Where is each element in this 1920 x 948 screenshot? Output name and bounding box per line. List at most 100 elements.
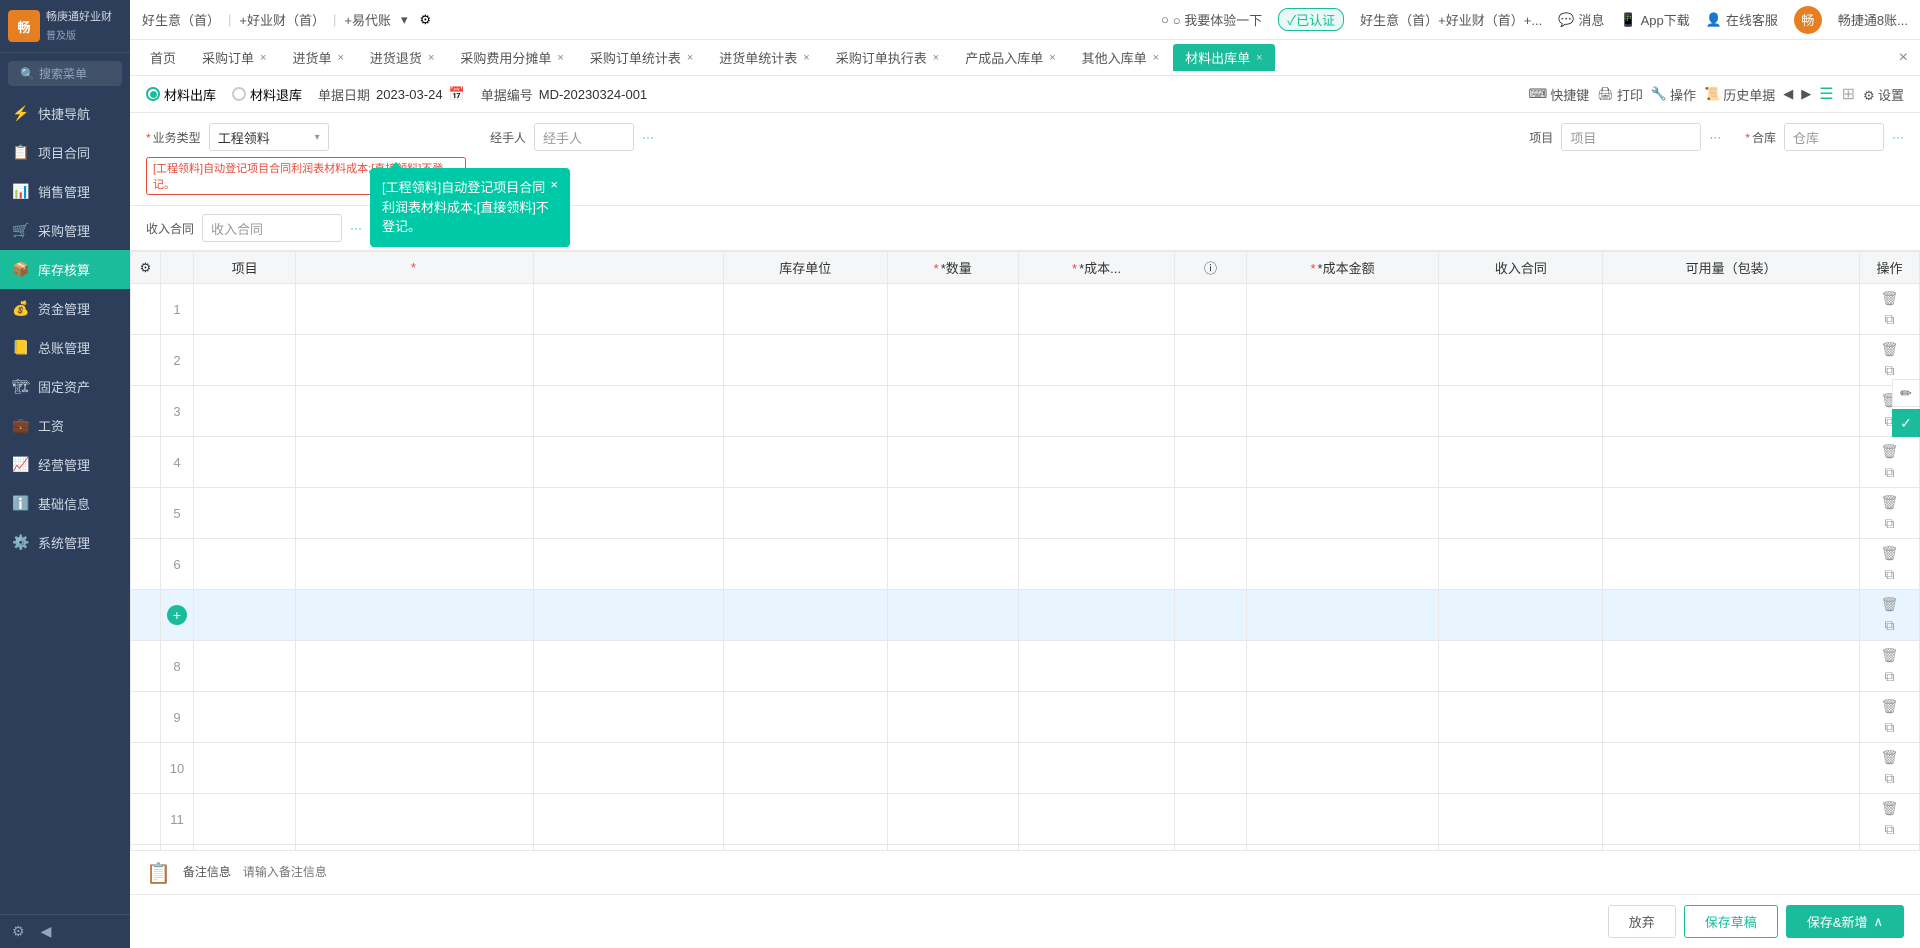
tab-close[interactable]: × [557, 52, 563, 64]
radio-outbound[interactable]: 材料出库 [146, 85, 216, 104]
delete-row-btn[interactable]: 🗑 [1877, 696, 1903, 717]
tab-inbound-stats[interactable]: 进货单统计表 × [707, 44, 821, 71]
row-qty-cell[interactable] [887, 692, 1018, 743]
row-cost-amount-cell[interactable] [1246, 488, 1439, 539]
sidebar-item-purchase[interactable]: 🛒 采购管理 [0, 211, 130, 250]
delete-row-btn[interactable]: 🗑 [1877, 441, 1903, 462]
close-all-tabs[interactable]: × [1895, 45, 1912, 71]
sidebar-item-finance[interactable]: 💰 资金管理 [0, 289, 130, 328]
col-settings[interactable]: ⚙ [131, 252, 161, 284]
app-download-btn[interactable]: 📱 App下载 [1620, 10, 1689, 29]
row-spec-cell[interactable] [533, 539, 723, 590]
collapse-icon[interactable]: ◀ [41, 923, 52, 940]
sidebar-item-system[interactable]: ⚙️ 系统管理 [0, 523, 130, 562]
history-btn[interactable]: 📜 历史单据 [1704, 85, 1775, 104]
copy-row-btn[interactable]: ⧉ [1881, 768, 1899, 789]
row-project-cell[interactable] [194, 335, 296, 386]
row-cost-price-cell[interactable] [1018, 488, 1175, 539]
list-view-icon[interactable]: ☰ [1819, 84, 1833, 104]
row-cost-price-cell[interactable] [1018, 743, 1175, 794]
settings-gear-btn[interactable]: ⚙ 设置 [1863, 85, 1904, 104]
project-input[interactable]: 项目 [1561, 123, 1701, 151]
handler-input[interactable]: 经手人 [534, 123, 634, 151]
row-spec-cell[interactable] [533, 692, 723, 743]
delete-row-btn[interactable]: 🗑 [1877, 594, 1903, 615]
right-tool-confirm[interactable]: ✓ [1892, 409, 1920, 437]
copy-row-btn[interactable]: ⧉ [1881, 564, 1899, 585]
business-type-select[interactable]: 工程领料 ▾ [209, 123, 329, 151]
warehouse-link[interactable]: ··· [1892, 130, 1904, 144]
row-qty-cell[interactable] [887, 590, 1018, 641]
income-contract-link[interactable]: ··· [350, 221, 362, 235]
row-project-cell[interactable] [194, 641, 296, 692]
print-btn[interactable]: 🖨 打印 [1597, 85, 1643, 104]
tab-inbound[interactable]: 进货单 × [280, 44, 355, 71]
sidebar-item-quick-nav[interactable]: ⚡ 快捷导航 [0, 94, 130, 133]
row-cost-price-cell[interactable] [1018, 641, 1175, 692]
topbar-nav-item-3[interactable]: +易代账 [344, 10, 391, 29]
row-cost-price-cell[interactable] [1018, 437, 1175, 488]
row-project-cell[interactable] [194, 539, 296, 590]
row-spec-cell[interactable] [533, 641, 723, 692]
row-project-cell[interactable] [194, 386, 296, 437]
sidebar-item-payroll[interactable]: 💼 工资 [0, 406, 130, 445]
delete-row-btn[interactable]: 🗑 [1877, 798, 1903, 819]
row-spec-cell[interactable] [533, 284, 723, 335]
sidebar-item-sales[interactable]: 📊 销售管理 [0, 172, 130, 211]
sidebar-item-project[interactable]: 📋 项目合同 [0, 133, 130, 172]
topbar-nav-item-2[interactable]: +好业财（首） [239, 10, 325, 29]
row-cost-amount-cell[interactable] [1246, 539, 1439, 590]
tooltip-close-btn[interactable]: × [550, 178, 558, 191]
row-cost-amount-cell[interactable] [1246, 743, 1439, 794]
notes-input[interactable] [243, 859, 1904, 883]
row-project-cell[interactable] [194, 590, 296, 641]
delete-row-btn[interactable]: 🗑 [1877, 288, 1903, 309]
sidebar-item-fixed-assets[interactable]: 🏗 固定资产 [0, 367, 130, 406]
tab-close[interactable]: × [337, 52, 343, 64]
tab-material-outbound[interactable]: 材料出库单 × [1173, 44, 1274, 71]
doc-number-value[interactable]: MD-20230324-001 [539, 87, 647, 102]
col-info[interactable]: ⓘ [1175, 252, 1246, 284]
copy-row-btn[interactable]: ⧉ [1881, 309, 1899, 330]
operation-btn[interactable]: 🔧 操作 [1651, 85, 1696, 104]
project-link[interactable]: ··· [1709, 130, 1721, 144]
tab-close[interactable]: × [687, 52, 693, 64]
copy-row-btn[interactable]: ⧉ [1881, 462, 1899, 483]
row-cost-price-cell[interactable] [1018, 335, 1175, 386]
tab-purchase-order[interactable]: 采购订单 × [190, 44, 278, 71]
copy-row-btn[interactable]: ⧉ [1881, 360, 1899, 381]
row-material-cell[interactable] [296, 794, 534, 845]
quick-key-btn[interactable]: ⌨ 快捷键 [1529, 85, 1590, 104]
save-draft-button[interactable]: 保存草稿 [1684, 905, 1778, 938]
grid-view-icon[interactable]: ⊞ [1842, 84, 1855, 104]
row-cost-price-cell[interactable] [1018, 386, 1175, 437]
row-spec-cell[interactable] [533, 488, 723, 539]
row-qty-cell[interactable] [887, 335, 1018, 386]
row-material-cell[interactable] [296, 590, 534, 641]
sidebar-item-inventory[interactable]: 📦 库存核算 [0, 250, 130, 289]
row-cost-amount-cell[interactable] [1246, 386, 1439, 437]
row-spec-cell[interactable] [533, 794, 723, 845]
row-cost-price-cell[interactable] [1018, 590, 1175, 641]
tab-close[interactable]: × [1153, 52, 1159, 64]
warehouse-input[interactable]: 仓库 [1784, 123, 1884, 151]
handler-link[interactable]: ··· [642, 130, 654, 144]
experience-btn[interactable]: ○ ○ 我要体验一下 [1161, 10, 1262, 29]
username[interactable]: 畅捷通8账... [1838, 10, 1908, 29]
row-qty-cell[interactable] [887, 641, 1018, 692]
row-material-cell[interactable] [296, 539, 534, 590]
row-material-cell[interactable] [296, 488, 534, 539]
doc-date-value[interactable]: 2023-03-24 [376, 87, 443, 102]
nav-prev-icon[interactable]: ◀ [1783, 86, 1793, 102]
row-cost-amount-cell[interactable] [1246, 335, 1439, 386]
row-project-cell[interactable] [194, 437, 296, 488]
row-project-cell[interactable] [194, 488, 296, 539]
tab-close[interactable]: × [803, 52, 809, 64]
tab-inbound-return[interactable]: 进货退货 × [358, 44, 446, 71]
right-tool-edit[interactable]: ✏ [1892, 379, 1920, 407]
row-qty-cell[interactable] [887, 794, 1018, 845]
radio-return[interactable]: 材料退库 [232, 85, 302, 104]
tab-close[interactable]: × [1256, 52, 1262, 64]
row-material-cell[interactable] [296, 692, 534, 743]
sidebar-item-accounting[interactable]: 📒 总账管理 [0, 328, 130, 367]
